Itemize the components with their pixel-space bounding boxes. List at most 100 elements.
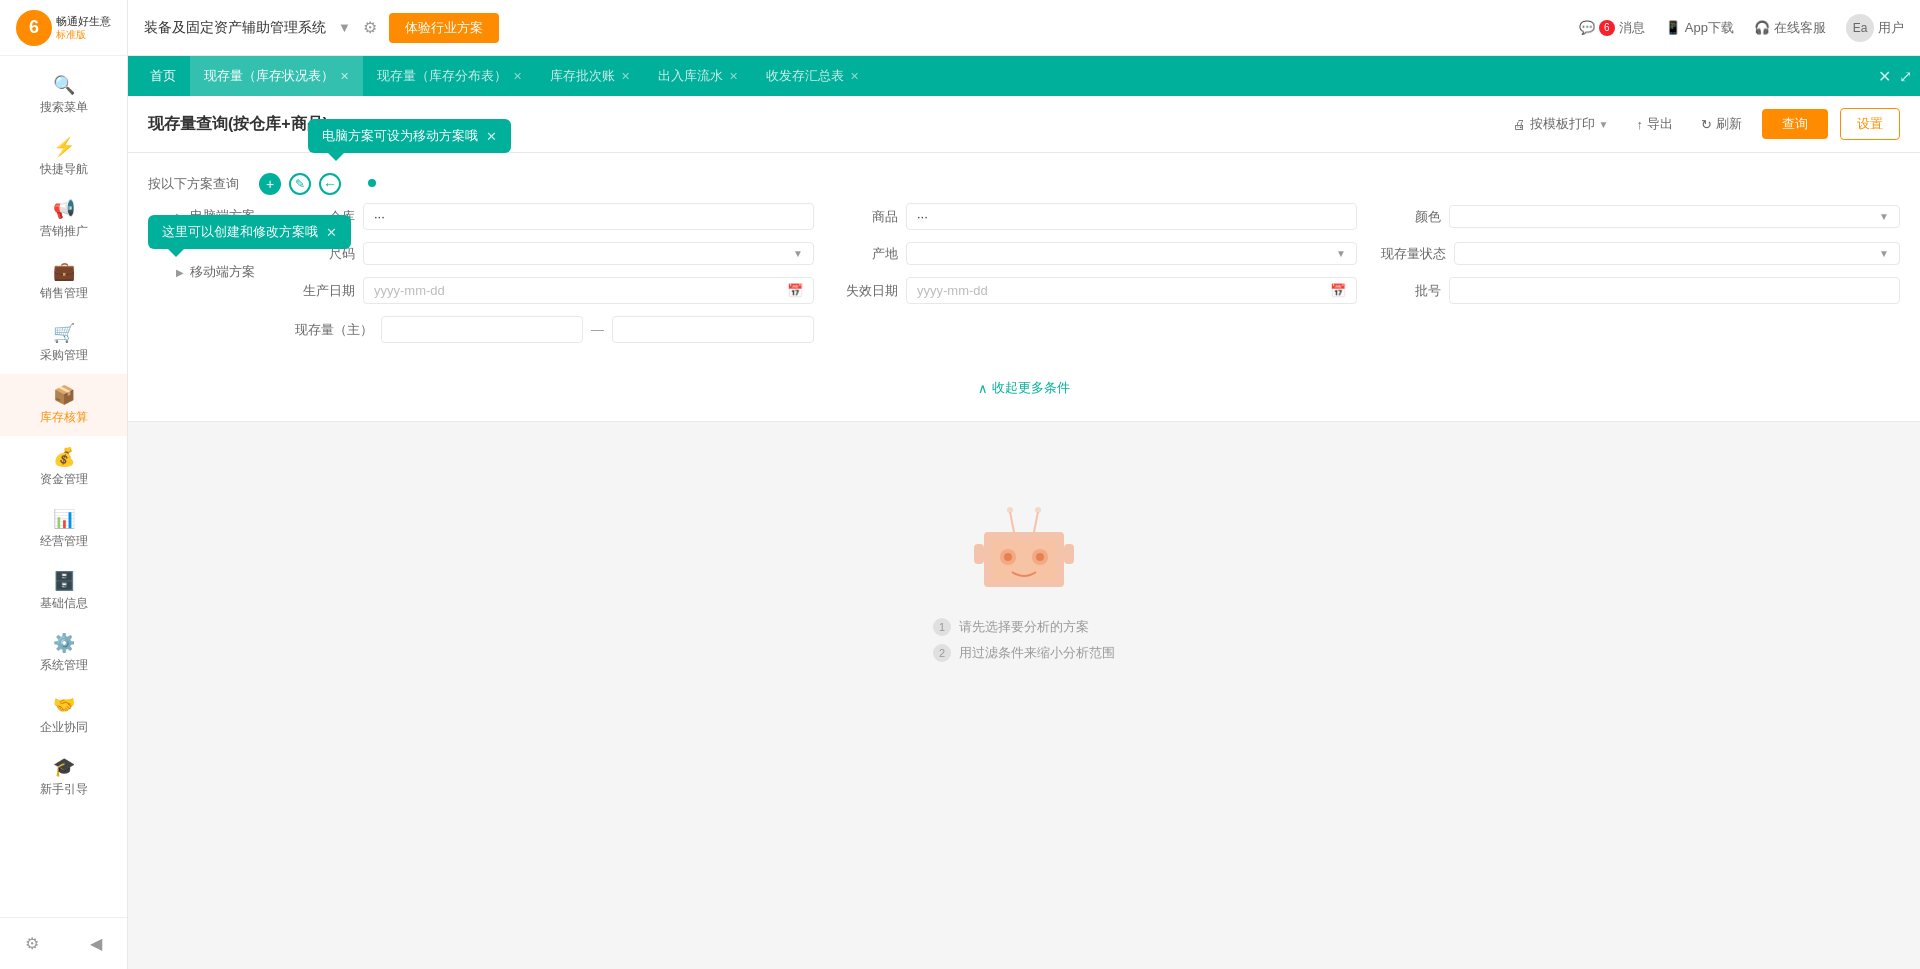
print-button[interactable]: 🖨 按模板打印 ▼ (1505, 111, 1617, 137)
goods-select[interactable]: ··· (906, 203, 1357, 230)
sidebar-item-operation[interactable]: 📊 经营管理 (0, 498, 127, 560)
app-download-button[interactable]: 📱 App下载 (1665, 19, 1734, 37)
message-button[interactable]: 💬 6 消息 (1579, 19, 1645, 37)
system-dropdown-icon[interactable]: ▼ (338, 20, 351, 35)
scheme-tooltip-1: 电脑方案可设为移动方案哦 ✕ (308, 119, 511, 153)
sidebar-item-label: 基础信息 (40, 595, 88, 612)
settings-gear-icon[interactable]: ⚙ (363, 18, 377, 37)
tooltip-2-close[interactable]: ✕ (326, 225, 337, 240)
inventory-icon: 📦 (53, 384, 75, 406)
batch-input[interactable] (1449, 277, 1900, 304)
settings-icon[interactable]: ⚙ (21, 930, 43, 957)
empty-tip-1: 1 请先选择要分析的方案 (933, 618, 1115, 636)
tab-summary-close[interactable]: ✕ (850, 70, 859, 83)
sidebar-item-search[interactable]: 🔍 搜索菜单 (0, 64, 127, 126)
empty-tip-2: 2 用过滤条件来缩小分析范围 (933, 644, 1115, 662)
svg-point-9 (1007, 507, 1013, 513)
tab-stock-dist[interactable]: 现存量（库存分布表） ✕ (363, 56, 536, 96)
prod-date-input[interactable]: yyyy-mm-dd 📅 (363, 277, 814, 304)
stock-main-min-input[interactable] (381, 316, 583, 343)
stock-status-select[interactable]: ▼ (1454, 242, 1900, 265)
tab-stock-status-close[interactable]: ✕ (340, 70, 349, 83)
range-separator: — (591, 322, 604, 337)
scheme-mobile-header[interactable]: ▶ 移动端方案 (168, 259, 263, 285)
quick-nav-icon: ⚡ (53, 136, 75, 158)
search-menu-icon: 🔍 (53, 74, 75, 96)
export-button[interactable]: ↑ 导出 (1629, 111, 1682, 137)
sidebar-item-marketing[interactable]: 📢 营销推广 (0, 188, 127, 250)
filter-add-button[interactable]: + (259, 173, 281, 195)
goods-dots: ··· (917, 209, 928, 224)
logo-area: 6 畅通好生意 标准版 (0, 0, 127, 56)
online-service-button[interactable]: 🎧 在线客服 (1754, 19, 1826, 37)
color-select[interactable]: ▼ (1449, 205, 1900, 228)
expire-date-input[interactable]: yyyy-mm-dd 📅 (906, 277, 1357, 304)
tip-num-1: 1 (933, 618, 951, 636)
message-badge: 6 (1599, 20, 1615, 36)
user-area[interactable]: Ea 用户 (1846, 14, 1904, 42)
stock-main-range: — (381, 316, 814, 343)
tab-batch-account[interactable]: 库存批次账 ✕ (536, 56, 644, 96)
main-content: 现存量查询(按仓库+商品) 🖨 按模板打印 ▼ ↑ 导出 ↻ 刷新 (128, 96, 1920, 969)
sidebar-item-label: 库存核算 (40, 409, 88, 426)
goods-label: 商品 (838, 208, 898, 226)
search-button[interactable]: 查询 (1762, 109, 1828, 139)
sidebar-item-label: 快捷导航 (40, 161, 88, 178)
print-label: 按模板打印 (1530, 115, 1595, 133)
svg-point-5 (1036, 553, 1044, 561)
setting-button[interactable]: 设置 (1840, 108, 1900, 140)
collapse-icon[interactable]: ◀ (86, 930, 106, 957)
collapse-row[interactable]: ∧ 收起更多条件 (148, 371, 1900, 405)
app-download-label: App下载 (1685, 19, 1734, 37)
tab-stock-status[interactable]: 现存量（库存状况表） ✕ (190, 56, 363, 96)
scheme-tooltip-2: 这里可以创建和修改方案哦 ✕ (148, 215, 351, 249)
tab-home[interactable]: 首页 (136, 56, 190, 96)
size-select[interactable]: ▼ (363, 242, 814, 265)
refresh-button[interactable]: ↻ 刷新 (1693, 111, 1750, 137)
tab-inout-flow[interactable]: 出入库流水 ✕ (644, 56, 752, 96)
tip-1-text: 请先选择要分析的方案 (959, 618, 1089, 636)
tab-summary[interactable]: 收发存汇总表 ✕ (752, 56, 873, 96)
sidebar-item-system[interactable]: ⚙️ 系统管理 (0, 622, 127, 684)
logo-badge: 标准版 (56, 28, 111, 41)
svg-rect-6 (974, 544, 984, 564)
origin-field: 产地 ▼ (838, 242, 1357, 265)
tab-inout-close[interactable]: ✕ (729, 70, 738, 83)
export-label: 导出 (1647, 115, 1673, 133)
tab-stock-dist-close[interactable]: ✕ (513, 70, 522, 83)
sidebar-item-enterprise[interactable]: 🤝 企业协同 (0, 684, 127, 746)
print-icon: 🖨 (1513, 117, 1526, 132)
goods-field: 商品 ··· (838, 203, 1357, 230)
tab-batch-label: 库存批次账 (550, 67, 615, 85)
filter-edit-button[interactable]: ✎ (289, 173, 311, 195)
expire-date-placeholder: yyyy-mm-dd (917, 283, 988, 298)
tab-close-all-icon[interactable]: ✕ (1878, 67, 1891, 86)
sidebar-item-guide[interactable]: 🎓 新手引导 (0, 746, 127, 808)
home-tab-label: 首页 (150, 67, 176, 85)
svg-point-4 (1004, 553, 1012, 561)
message-icon: 💬 (1579, 20, 1595, 35)
system-icon: ⚙️ (53, 632, 75, 654)
marketing-icon: 📢 (53, 198, 75, 220)
experience-plan-button[interactable]: 体验行业方案 (389, 13, 499, 43)
sidebar-item-purchase[interactable]: 🛒 采购管理 (0, 312, 127, 374)
sidebar-item-finance[interactable]: 💰 资金管理 (0, 436, 127, 498)
tooltip-2-text: 这里可以创建和修改方案哦 (162, 223, 318, 241)
prod-date-placeholder: yyyy-mm-dd (374, 283, 445, 298)
stock-main-max-input[interactable] (612, 316, 814, 343)
tab-fullscreen-icon[interactable]: ⤢ (1899, 67, 1912, 86)
sidebar-menu: 🔍 搜索菜单 ⚡ 快捷导航 📢 营销推广 💼 销售管理 🛒 采购管理 📦 库存核… (0, 56, 127, 917)
warehouse-select[interactable]: ··· (363, 203, 814, 230)
expire-date-calendar-icon[interactable]: 📅 (1330, 283, 1346, 298)
sidebar-item-inventory[interactable]: 📦 库存核算 (0, 374, 127, 436)
filter-back-button[interactable]: ← (319, 173, 341, 195)
tooltip-1-close[interactable]: ✕ (486, 129, 497, 144)
mobile-scheme-label: 移动端方案 (190, 263, 255, 281)
sidebar-item-sales[interactable]: 💼 销售管理 (0, 250, 127, 312)
origin-select[interactable]: ▼ (906, 242, 1357, 265)
tab-batch-close[interactable]: ✕ (621, 70, 630, 83)
sidebar-item-quicknav[interactable]: ⚡ 快捷导航 (0, 126, 127, 188)
sidebar-item-basicinfo[interactable]: 🗄️ 基础信息 (0, 560, 127, 622)
prod-date-calendar-icon[interactable]: 📅 (787, 283, 803, 298)
warehouse-field: 仓库 ··· (295, 203, 814, 230)
